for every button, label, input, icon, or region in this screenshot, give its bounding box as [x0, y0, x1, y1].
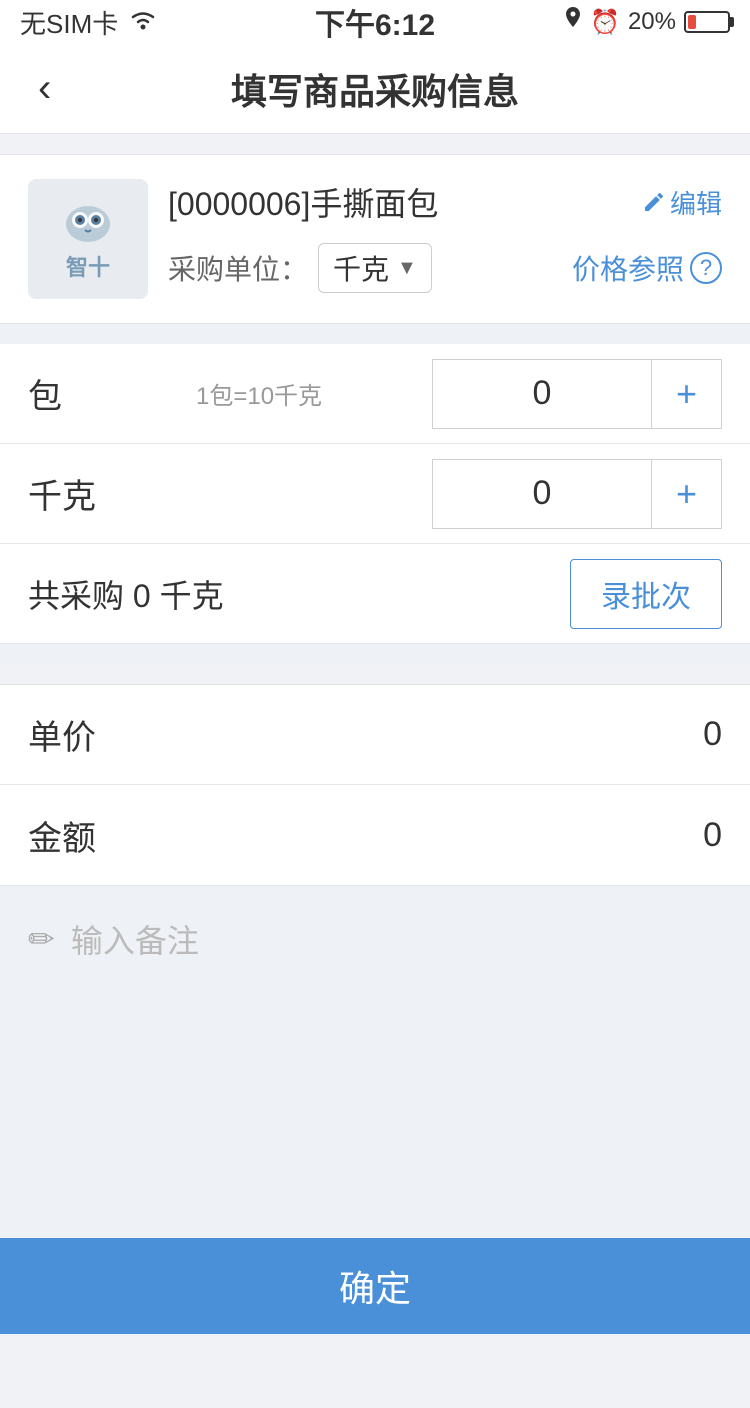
section-divider-2: [0, 644, 750, 664]
unit-price-label: 单价: [28, 710, 96, 759]
notes-placeholder: 输入备注: [71, 916, 199, 962]
amount-row: 金额 0: [0, 785, 750, 885]
bag-plus-button[interactable]: +: [652, 359, 722, 429]
battery-icon: [684, 11, 730, 33]
confirm-button[interactable]: 确定: [0, 1238, 750, 1334]
product-card: 智十 [0000006]手撕面包 编辑 采购单位： 千克 ▼: [0, 154, 750, 324]
bag-label: 包: [28, 369, 188, 418]
bag-sublabel: 1包=10千克: [196, 376, 322, 411]
chevron-down-icon: ▼: [397, 257, 417, 280]
status-time: 下午6:12: [315, 0, 435, 44]
status-left: 无SIM卡: [20, 4, 158, 41]
summary-row: 共采购 0 千克 录批次: [0, 544, 750, 644]
page-title: 填写商品采购信息: [231, 63, 519, 115]
main-content: 智十 [0000006]手撕面包 编辑 采购单位： 千克 ▼: [0, 154, 750, 1408]
kg-label: 千克: [28, 469, 188, 518]
price-reference-button[interactable]: 价格参照 ?: [572, 248, 722, 288]
purchase-unit-label: 采购单位：: [168, 248, 308, 288]
product-image: 智十: [28, 179, 148, 299]
wifi-icon: [128, 7, 158, 38]
unit-selector[interactable]: 千克 ▼: [318, 243, 432, 293]
kg-input-row: 千克 +: [0, 444, 750, 544]
amount-value: 0: [703, 816, 722, 855]
bag-input-control: +: [432, 359, 722, 429]
bottom-bar: 确定: [0, 1238, 750, 1334]
back-button[interactable]: ‹: [28, 56, 61, 121]
price-section: 单价 0 金额 0: [0, 684, 750, 886]
section-divider-1: [0, 324, 750, 344]
bag-quantity-input[interactable]: [432, 359, 652, 429]
status-right: ⏰ 20%: [564, 7, 730, 38]
brand-text: 智十: [66, 250, 110, 282]
product-info: [0000006]手撕面包 编辑 采购单位： 千克 ▼ 价格: [168, 179, 722, 293]
unit-value: 千克: [333, 248, 389, 288]
battery-percent: 20%: [628, 8, 676, 36]
bag-input-row: 包 1包=10千克 +: [0, 344, 750, 444]
pencil-icon: ✏: [28, 920, 55, 958]
unit-price-row: 单价 0: [0, 685, 750, 785]
status-bar: 无SIM卡 下午6:12 ⏰ 20%: [0, 0, 750, 44]
amount-label: 金额: [28, 811, 96, 860]
kg-quantity-input[interactable]: [432, 459, 652, 529]
kg-plus-button[interactable]: +: [652, 459, 722, 529]
notes-section[interactable]: ✏ 输入备注: [0, 886, 750, 992]
edit-button[interactable]: 编辑: [642, 184, 722, 221]
unit-price-value: 0: [703, 715, 722, 754]
help-icon: ?: [690, 252, 722, 284]
carrier-label: 无SIM卡: [20, 4, 118, 41]
record-batch-button[interactable]: 录批次: [570, 559, 722, 629]
input-section: 包 1包=10千克 + 千克 +: [0, 344, 750, 544]
purchase-unit-row: 采购单位： 千克 ▼ 价格参照 ?: [168, 243, 722, 293]
product-name-row: [0000006]手撕面包 编辑: [168, 179, 722, 225]
nav-bar: ‹ 填写商品采购信息: [0, 44, 750, 134]
location-icon: [564, 7, 582, 38]
total-purchase-text: 共采购 0 千克: [28, 571, 224, 617]
alarm-icon: ⏰: [590, 8, 620, 37]
product-full-name: [0000006]手撕面包: [168, 179, 438, 225]
kg-input-control: +: [432, 459, 722, 529]
